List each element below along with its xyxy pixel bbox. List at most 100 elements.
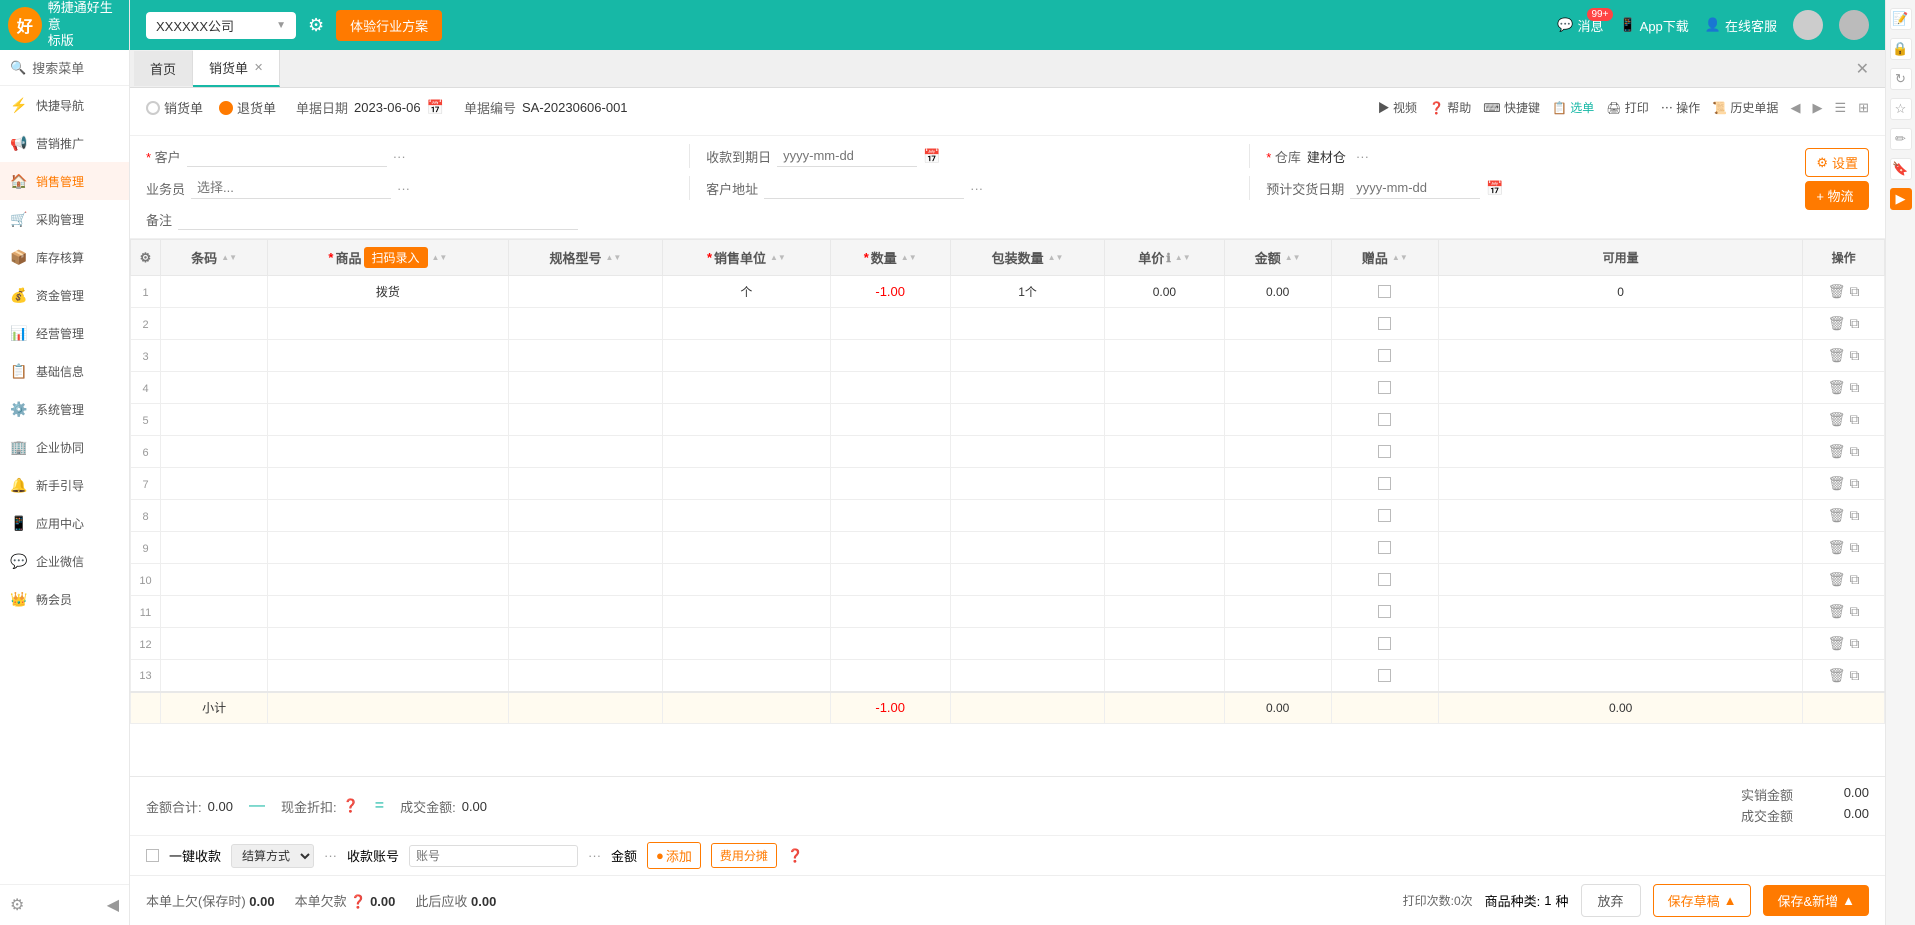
price-info-icon[interactable]: ℹ: [1166, 251, 1171, 265]
settlement-method-select[interactable]: 结算方式: [231, 844, 314, 868]
radio-sales[interactable]: 销货单: [146, 98, 203, 117]
settings-side-button[interactable]: ⚙ 放弃 设置: [1805, 148, 1869, 177]
delete-icon[interactable]: 🗑: [1828, 603, 1846, 620]
copy-icon[interactable]: ⧉: [1850, 475, 1860, 492]
delete-icon[interactable]: 🗑: [1828, 571, 1846, 588]
address-more-icon[interactable]: ···: [970, 181, 983, 196]
right-panel-bookmark[interactable]: 🔖: [1890, 158, 1912, 180]
debt-help-icon[interactable]: ❓: [350, 894, 366, 909]
save-new-button[interactable]: 保存&新增 ▲: [1763, 885, 1869, 916]
copy-icon[interactable]: ⧉: [1850, 539, 1860, 556]
salesperson-input[interactable]: [191, 177, 391, 199]
row-1-gift[interactable]: [1331, 276, 1438, 308]
toolbar-print[interactable]: 🖨 打印: [1606, 99, 1649, 116]
account-input[interactable]: [409, 845, 578, 867]
radio-return[interactable]: 退货单: [219, 98, 276, 117]
right-panel-edit[interactable]: ✏: [1890, 128, 1912, 150]
sidebar-search[interactable]: 🔍 搜索菜单: [0, 50, 129, 86]
sidebar-item-marketing[interactable]: 📢 营销推广: [0, 124, 129, 162]
product-sort-icon[interactable]: ▲▼: [432, 253, 448, 262]
toolbar-next-icon[interactable]: ▶: [1812, 100, 1822, 116]
copy-icon[interactable]: ⧉: [1850, 571, 1860, 588]
user-avatar2[interactable]: [1839, 10, 1869, 40]
toolbar-grid-icon[interactable]: ⊞: [1858, 100, 1869, 116]
row-1-amount[interactable]: 0.00: [1224, 276, 1331, 308]
delete-icon[interactable]: 🗑: [1828, 283, 1846, 300]
message-button[interactable]: 💬 消息 99+: [1557, 16, 1603, 35]
copy-icon[interactable]: ⧉: [1850, 283, 1860, 300]
copy-icon[interactable]: ⧉: [1850, 379, 1860, 396]
qty-sort-icon[interactable]: ▲▼: [901, 253, 917, 262]
sidebar-item-guide[interactable]: 🔔 新手引导: [0, 466, 129, 504]
scan-btn[interactable]: 扫码录入: [364, 247, 428, 268]
sidebar-item-quick-nav[interactable]: ⚡ 快捷导航: [0, 86, 129, 124]
sidebar-item-basic[interactable]: 📋 基础信息: [0, 352, 129, 390]
app-download-button[interactable]: 📱 App下载: [1619, 16, 1688, 35]
barcode-sort-icon[interactable]: ▲▼: [221, 253, 237, 262]
sidebar-item-system[interactable]: ⚙️ 系统管理: [0, 390, 129, 428]
delete-icon[interactable]: 🗑: [1828, 379, 1846, 396]
toolbar-operation[interactable]: ⋯ 操作: [1661, 99, 1700, 116]
discount-help-icon[interactable]: ❓: [343, 798, 359, 814]
copy-icon[interactable]: ⧉: [1850, 667, 1860, 684]
gift-sort-icon[interactable]: ▲▼: [1392, 253, 1408, 262]
right-panel-refresh[interactable]: ↻: [1890, 68, 1912, 90]
sidebar-item-enterprise[interactable]: 🏢 企业协同: [0, 428, 129, 466]
row-1-pkg-qty[interactable]: 1个: [950, 276, 1105, 308]
gear-icon[interactable]: ⚙: [140, 250, 152, 265]
delete-icon[interactable]: 🗑: [1828, 411, 1846, 428]
row-1-product[interactable]: 拨货: [268, 276, 508, 308]
delete-icon[interactable]: 🗑: [1828, 667, 1846, 684]
user-avatar[interactable]: [1793, 10, 1823, 40]
expected-date-input[interactable]: [1350, 177, 1480, 199]
sidebar-item-sales[interactable]: 🏠 销售管理: [0, 162, 129, 200]
settlement-more-icon[interactable]: ···: [324, 848, 337, 863]
sidebar-item-purchase[interactable]: 🛒 采购管理: [0, 200, 129, 238]
customer-input[interactable]: [187, 145, 387, 167]
toolbar-help[interactable]: ❓ 帮助: [1429, 99, 1471, 116]
due-date-calendar-icon[interactable]: 📅: [923, 148, 940, 165]
discard-button[interactable]: 放弃: [1581, 884, 1641, 917]
delete-icon[interactable]: 🗑: [1828, 443, 1846, 460]
tab-close-icon[interactable]: ✕: [254, 61, 263, 74]
sidebar-item-inventory[interactable]: 📦 库存核算: [0, 238, 129, 276]
amount-sort-icon[interactable]: ▲▼: [1285, 253, 1301, 262]
row-1-spec[interactable]: [508, 276, 663, 308]
toolbar-prev-icon[interactable]: ◀: [1790, 100, 1800, 116]
customer-more-icon[interactable]: ···: [393, 149, 406, 164]
copy-icon[interactable]: ⧉: [1850, 507, 1860, 524]
copy-icon[interactable]: ⧉: [1850, 443, 1860, 460]
save-draft-button[interactable]: 保存草稿 ▲: [1653, 884, 1752, 917]
unit-sort-icon[interactable]: ▲▼: [770, 253, 786, 262]
delete-icon[interactable]: 🗑: [1828, 315, 1846, 332]
toolbar-history[interactable]: 📜 历史单据: [1712, 99, 1778, 116]
topbar-settings-button[interactable]: ⚙: [308, 15, 324, 36]
spec-sort-icon[interactable]: ▲▼: [605, 253, 621, 262]
logistics-button[interactable]: + 物流: [1805, 181, 1869, 210]
company-selector[interactable]: XXXXXX公司 ▼: [146, 12, 296, 39]
copy-icon[interactable]: ⧉: [1850, 347, 1860, 364]
toolbar-select[interactable]: 📋 选单: [1552, 99, 1594, 116]
salesperson-more-icon[interactable]: ···: [397, 181, 410, 196]
sidebar-item-finance[interactable]: 💰 资金管理: [0, 276, 129, 314]
right-panel-lock[interactable]: 🔒: [1890, 38, 1912, 60]
sidebar-collapse-icon[interactable]: ◀: [107, 895, 119, 915]
date-calendar-icon[interactable]: 📅: [427, 99, 444, 116]
copy-icon[interactable]: ⧉: [1850, 315, 1860, 332]
sidebar-item-apps[interactable]: 📱 应用中心: [0, 504, 129, 542]
address-input[interactable]: [764, 177, 964, 199]
price-sort-icon[interactable]: ▲▼: [1175, 253, 1191, 262]
one-key-payment-checkbox[interactable]: [146, 849, 159, 862]
delete-icon[interactable]: 🗑: [1828, 539, 1846, 556]
copy-icon[interactable]: ⧉: [1850, 411, 1860, 428]
pkg-sort-icon[interactable]: ▲▼: [1048, 253, 1064, 262]
toolbar-video[interactable]: ▶ 视频: [1378, 99, 1417, 116]
right-panel-note[interactable]: 📝: [1890, 8, 1912, 30]
sidebar-item-operation[interactable]: 📊 经营管理: [0, 314, 129, 352]
expected-date-calendar-icon[interactable]: 📅: [1486, 180, 1503, 197]
delete-icon[interactable]: 🗑: [1828, 475, 1846, 492]
sidebar-item-wechat[interactable]: 💬 企业微信: [0, 542, 129, 580]
add-payment-button[interactable]: ● 添加: [647, 842, 701, 869]
account-more-icon[interactable]: ···: [588, 848, 601, 863]
toolbar-shortcut[interactable]: ⌨ 快捷键: [1483, 99, 1540, 116]
